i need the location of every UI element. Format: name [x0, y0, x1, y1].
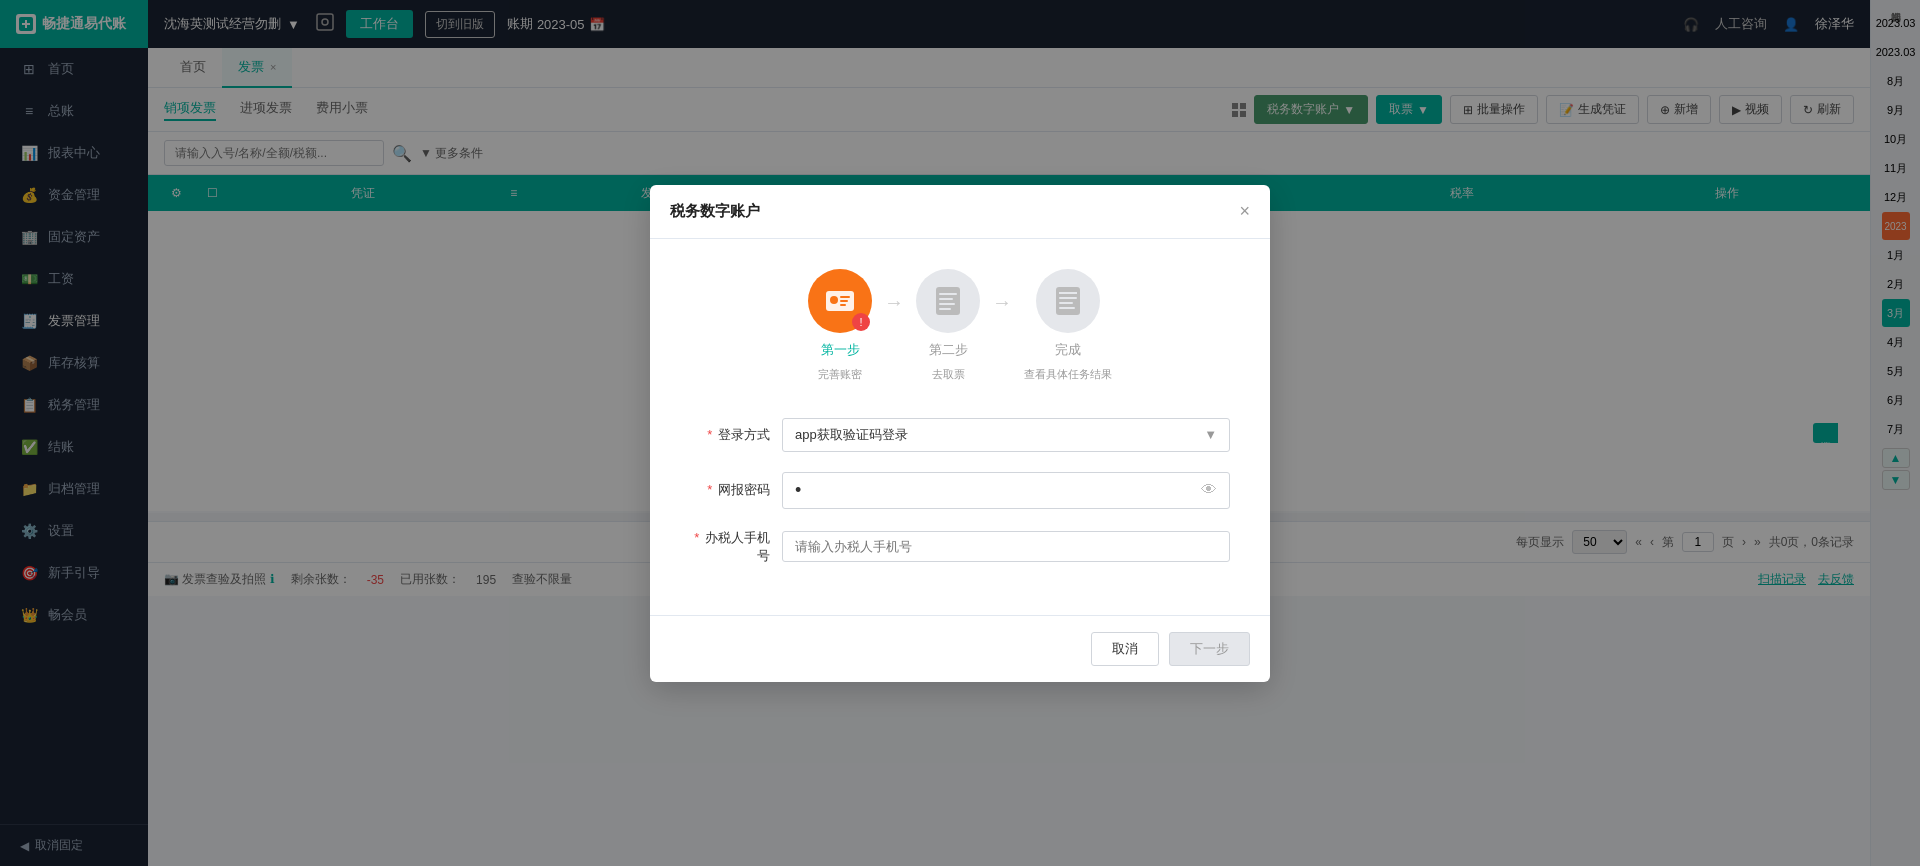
cancel-button[interactable]: 取消 [1091, 632, 1159, 666]
svg-rect-14 [939, 298, 953, 300]
step-1: ! 第一步 完善账密 [808, 269, 872, 382]
tax-digital-dialog: 税务数字账户 × [650, 185, 1270, 682]
step-3: 完成 查看具体任务结果 [1024, 269, 1112, 382]
password-label: * 网报密码 [690, 481, 770, 499]
svg-rect-10 [840, 300, 848, 302]
step-arrow-2: → [992, 291, 1012, 314]
dialog-title: 税务数字账户 [670, 202, 760, 221]
dialog-close-button[interactable]: × [1239, 201, 1250, 222]
password-input[interactable]: • 👁 [782, 472, 1230, 509]
step2-icon-container [916, 269, 980, 333]
svg-rect-12 [936, 287, 960, 315]
steps-indicator: ! 第一步 完善账密 → [690, 269, 1230, 382]
step2-desc: 去取票 [932, 367, 965, 382]
svg-rect-13 [939, 293, 957, 295]
svg-rect-17 [1056, 287, 1080, 315]
step-2: 第二步 去取票 [916, 269, 980, 382]
toggle-password-icon[interactable]: 👁 [1201, 481, 1217, 499]
login-method-label: * 登录方式 [690, 426, 770, 444]
svg-rect-9 [840, 296, 850, 298]
dialog-body: ! 第一步 完善账密 → [650, 239, 1270, 615]
step1-desc: 完善账密 [818, 367, 862, 382]
step3-desc: 查看具体任务结果 [1024, 367, 1112, 382]
next-button[interactable]: 下一步 [1169, 632, 1250, 666]
svg-rect-20 [1059, 302, 1073, 304]
step1-label: 第一步 [821, 341, 860, 359]
dialog-footer: 取消 下一步 [650, 615, 1270, 682]
step-arrow-1: → [884, 291, 904, 314]
phone-row: * 办税人手机号 [690, 529, 1230, 565]
phone-label: * 办税人手机号 [690, 529, 770, 565]
svg-rect-16 [939, 308, 951, 310]
login-method-select[interactable]: app获取验证码登录 ▼ [782, 418, 1230, 452]
step3-label: 完成 [1055, 341, 1081, 359]
svg-rect-21 [1059, 307, 1075, 309]
step1-icon-container: ! [808, 269, 872, 333]
svg-rect-11 [840, 304, 846, 306]
step2-label: 第二步 [929, 341, 968, 359]
phone-input[interactable] [782, 531, 1230, 562]
modal-overlay[interactable]: 税务数字账户 × [0, 0, 1920, 866]
password-row: * 网报密码 • 👁 [690, 472, 1230, 509]
login-method-dropdown-icon: ▼ [1204, 427, 1217, 442]
password-dots: • [795, 480, 803, 501]
login-method-row: * 登录方式 app获取验证码登录 ▼ [690, 418, 1230, 452]
dialog-header: 税务数字账户 × [650, 185, 1270, 239]
svg-rect-19 [1059, 297, 1077, 299]
step1-error-badge: ! [852, 313, 870, 331]
step3-icon-container [1036, 269, 1100, 333]
login-method-value: app获取验证码登录 [795, 426, 908, 444]
svg-rect-15 [939, 303, 955, 305]
svg-point-8 [830, 296, 838, 304]
